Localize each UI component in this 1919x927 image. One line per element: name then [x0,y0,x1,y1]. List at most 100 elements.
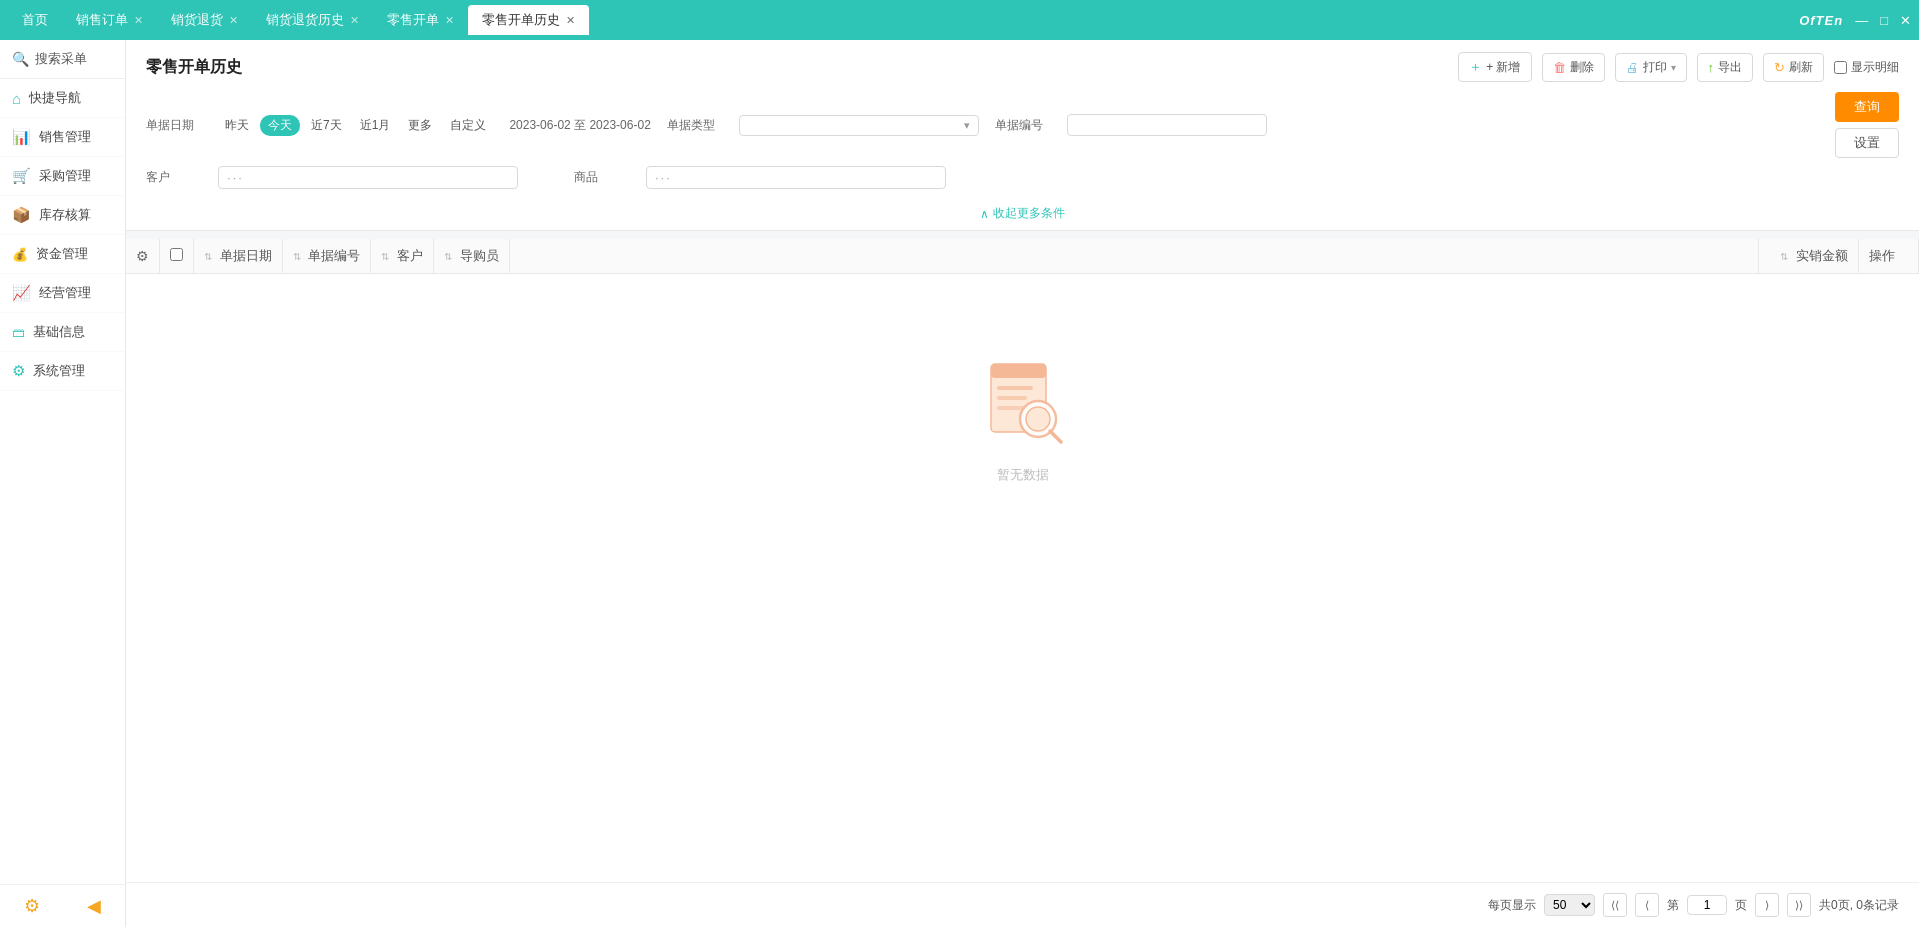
goods-select[interactable]: ··· [646,166,946,189]
query-button[interactable]: 查询 [1835,92,1899,122]
sort-arrows-no: ⇅ [293,251,301,262]
refresh-label: 刷新 [1789,59,1813,76]
sidebar-item-label-operations: 经营管理 [39,284,91,302]
sidebar-item-quick-nav[interactable]: ⌂ 快捷导航 [0,79,125,118]
page-number-input[interactable] [1687,895,1727,915]
svg-rect-2 [997,386,1033,390]
collapse-sidebar-icon[interactable]: ◀ [87,895,101,917]
print-arrow-icon: ▾ [1671,62,1676,73]
filter-date-options: 昨天 今天 近7天 近1月 更多 自定义 [218,115,493,136]
empty-icon [973,354,1073,454]
tab-sales-order-label: 销售订单 [76,11,128,29]
show-detail-checkbox-container[interactable]: 显示明细 [1834,59,1899,76]
sort-arrows-date: ⇅ [204,251,212,262]
date-btn-more[interactable]: 更多 [401,115,439,136]
add-button[interactable]: ＋ + 新增 [1458,52,1531,82]
minimize-btn[interactable]: — [1855,13,1868,28]
sidebar-item-base-info[interactable]: 🗃 基础信息 [0,313,125,352]
th-date[interactable]: ⇅ 单据日期 [194,239,283,274]
page-prefix-label: 第 [1667,897,1679,914]
tab-retail-open-history-close[interactable]: ✕ [566,14,575,27]
last-page-btn[interactable]: ⟩⟩ [1787,893,1811,917]
top-tabbar: 首页 销售订单 ✕ 销货退货 ✕ 销货退货历史 ✕ 零售开单 ✕ 零售开单历史 … [0,0,1919,40]
database-icon: 🗃 [12,325,25,340]
tab-retail-open-close[interactable]: ✕ [445,14,454,27]
toolbar-right: ＋ + 新增 🗑 删除 🖨 打印 ▾ ↑ 导出 [1458,52,1899,82]
show-detail-checkbox[interactable] [1834,61,1847,74]
th-action: 操作 [1859,239,1919,274]
sidebar-item-sys-mgmt[interactable]: ⚙ 系统管理 [0,352,125,391]
settings-bottom-icon[interactable]: ⚙ [24,895,40,917]
date-btn-today[interactable]: 今天 [260,115,300,136]
customer-label: 客户 [146,169,202,186]
maximize-btn[interactable]: □ [1880,13,1888,28]
prev-page-btn[interactable]: ⟨ [1635,893,1659,917]
date-btn-yesterday[interactable]: 昨天 [218,115,256,136]
money-icon: 💰 [12,247,28,262]
home-icon: ⌂ [12,90,21,107]
date-btn-1month[interactable]: 近1月 [353,115,398,136]
goods-label: 商品 [574,169,630,186]
sidebar-search[interactable]: 🔍 搜索采单 [0,40,125,79]
chevron-up-icon: ∧ [980,207,989,221]
cart-icon: 🛒 [12,167,31,185]
th-settings[interactable]: ⚙ [126,239,160,274]
sidebar-item-sales-mgmt[interactable]: 📊 销售管理 [0,118,125,157]
show-detail-label: 显示明细 [1851,59,1899,76]
content-area: 零售开单历史 ＋ + 新增 🗑 删除 🖨 打印 ▾ [126,40,1919,927]
tab-sales-return-close[interactable]: ✕ [229,14,238,27]
chevron-down-icon: ▾ [964,119,970,132]
tab-sales-order[interactable]: 销售订单 ✕ [62,5,157,35]
sidebar-item-label-quick-nav: 快捷导航 [29,89,81,107]
th-no-label: 单据编号 [308,248,360,263]
search-icon: 🔍 [12,51,29,67]
tab-sales-return-history[interactable]: 销货退货历史 ✕ [252,5,373,35]
date-filter-label: 单据日期 [146,117,202,134]
page-header: 零售开单历史 ＋ + 新增 🗑 删除 🖨 打印 ▾ [126,40,1919,231]
close-btn[interactable]: ✕ [1900,13,1911,28]
tab-home[interactable]: 首页 [8,5,62,35]
print-button[interactable]: 🖨 打印 ▾ [1615,53,1687,82]
doc-no-input[interactable] [1067,114,1267,136]
export-button[interactable]: ↑ 导出 [1697,53,1754,82]
sidebar-item-label-inventory: 库存核算 [39,206,91,224]
customer-select[interactable]: ··· [218,166,518,189]
select-all-checkbox[interactable] [170,248,183,261]
th-check[interactable] [160,239,194,274]
sidebar-item-finance[interactable]: 💰 资金管理 [0,235,125,274]
th-amount[interactable]: ⇅ 实销金额 [1759,239,1859,274]
collapse-more-btn[interactable]: ∧ 收起更多条件 [146,201,1899,230]
tab-sales-return-history-label: 销货退货历史 [266,11,344,29]
sidebar-item-purchase-mgmt[interactable]: 🛒 采购管理 [0,157,125,196]
table-header-row: ⚙ ⇅ 单据日期 ⇅ 单据编号 [126,239,1919,274]
first-page-btn[interactable]: ⟨⟨ [1603,893,1627,917]
tab-retail-open[interactable]: 零售开单 ✕ [373,5,468,35]
settings-gear-icon[interactable]: ⚙ [136,248,149,264]
refresh-button[interactable]: ↻ 刷新 [1763,53,1824,82]
main-layout: 🔍 搜索采单 ⌂ 快捷导航 📊 销售管理 🛒 采购管理 📦 库存核算 💰 资金管… [0,40,1919,927]
th-customer[interactable]: ⇅ 客户 [371,239,434,274]
add-label: + 新增 [1486,59,1520,76]
tab-sales-order-close[interactable]: ✕ [134,14,143,27]
th-no[interactable]: ⇅ 单据编号 [282,239,371,274]
th-guide[interactable]: ⇅ 导购员 [433,239,509,274]
date-btn-custom[interactable]: 自定义 [443,115,493,136]
th-guide-label: 导购员 [460,248,499,263]
tab-retail-open-history[interactable]: 零售开单历史 ✕ [468,5,589,35]
svg-rect-3 [997,396,1027,400]
settings-button[interactable]: 设置 [1835,128,1899,158]
date-btn-7days[interactable]: 近7天 [304,115,349,136]
next-page-btn[interactable]: ⟩ [1755,893,1779,917]
delete-button[interactable]: 🗑 删除 [1542,53,1605,82]
collapse-label: 收起更多条件 [993,205,1065,222]
page-title-row: 零售开单历史 ＋ + 新增 🗑 删除 🖨 打印 ▾ [146,52,1899,82]
tab-sales-return[interactable]: 销货退货 ✕ [157,5,252,35]
tab-sales-return-history-close[interactable]: ✕ [350,14,359,27]
doc-type-select[interactable]: ▾ [739,115,979,136]
svg-point-6 [1026,407,1050,431]
per-page-select[interactable]: 50 10 20 100 [1544,894,1595,916]
sidebar-item-inventory[interactable]: 📦 库存核算 [0,196,125,235]
sidebar-item-operations[interactable]: 📈 经营管理 [0,274,125,313]
print-label: 打印 [1643,59,1667,76]
tab-retail-open-label: 零售开单 [387,11,439,29]
